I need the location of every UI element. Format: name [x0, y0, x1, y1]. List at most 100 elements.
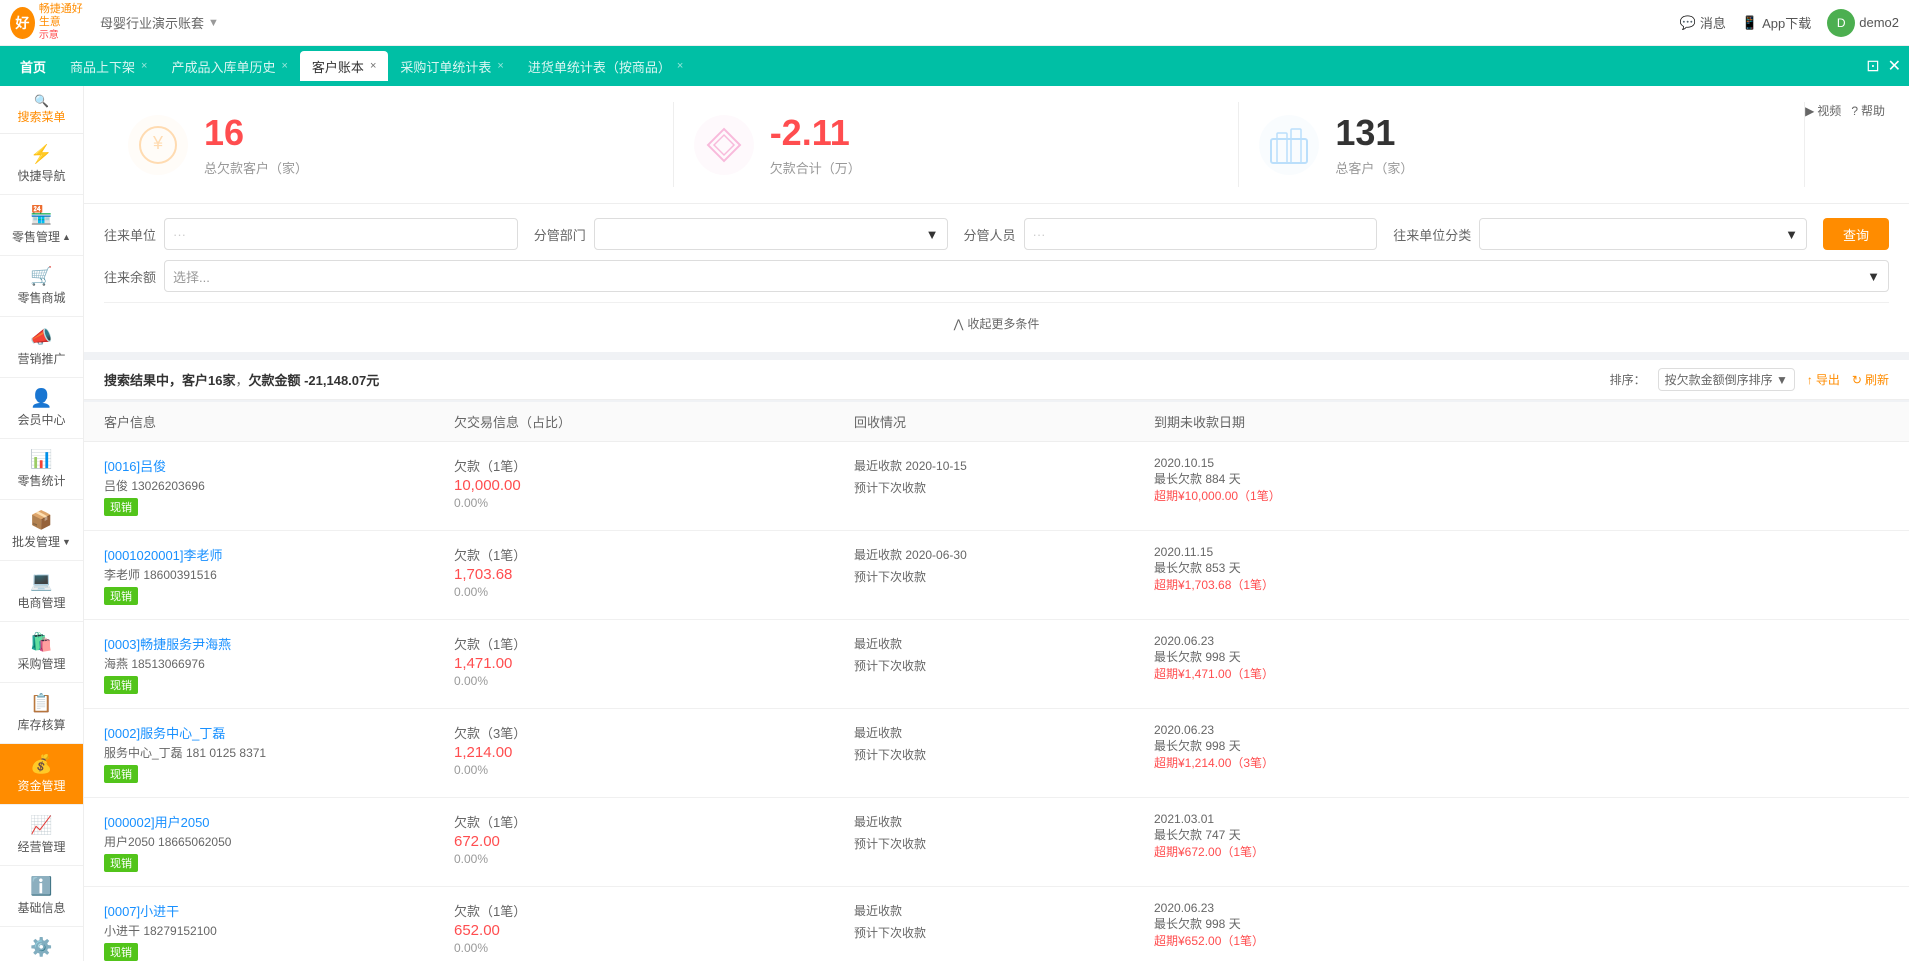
collapse-icon: ⋀	[954, 317, 964, 331]
recovery-info-1: 最近收款 2020-06-30 预计下次收款	[854, 545, 1154, 605]
debt-customer-count: 16	[204, 112, 308, 154]
debt-info-1: 欠款（1笔） 1,703.68 0.00%	[454, 545, 854, 605]
recovery-info-4: 最近收款 预计下次收款	[854, 812, 1154, 872]
filter-balance-select[interactable]: 选择... ▼	[164, 260, 1889, 292]
col-header-customer: 客户信息	[104, 412, 454, 431]
overdue-link-0[interactable]: 超期¥10,000.00（1笔）	[1154, 487, 1889, 504]
customer-name-0[interactable]: [0016]吕俊	[104, 456, 454, 475]
sidebar-search[interactable]: 🔍 搜索菜单	[0, 86, 83, 134]
phone-icon: 📱	[1742, 15, 1758, 31]
debt-info-3: 欠款（3笔） 1,214.00 0.00%	[454, 723, 854, 783]
customer-tag-1: 现销	[104, 587, 138, 605]
overdue-link-3[interactable]: 超期¥1,214.00（3笔）	[1154, 754, 1889, 771]
sidebar: 🔍 搜索菜单 ⚡ 快捷导航 🏪 零售管理 ▲ 🛒 零售商城 📣 营销推广 👤 会…	[0, 86, 84, 961]
customer-tag-3: 现销	[104, 765, 138, 783]
collapse-filters-btn[interactable]: ⋀ 收起更多条件	[948, 309, 1046, 338]
sidebar-item-member[interactable]: 👤 会员中心	[0, 378, 83, 439]
sidebar-item-ecommerce[interactable]: 💻 电商管理	[0, 561, 83, 622]
app-download-btn[interactable]: 📱 App下载	[1742, 13, 1811, 32]
logo-area: 好 畅捷通好生意示意	[10, 3, 90, 43]
overdue-link-5[interactable]: 超期¥652.00（1笔）	[1154, 932, 1889, 949]
customer-name-1[interactable]: [0001020001]李老师	[104, 545, 454, 564]
results-bar: 搜索结果中，客户16家，欠款金额 -21,148.07元 排序： 按欠款金额倒序…	[84, 360, 1909, 400]
filter-unit-input[interactable]: ···	[164, 218, 518, 250]
help-btn[interactable]: ? 帮助	[1851, 102, 1885, 119]
sidebar-item-wholesale[interactable]: 📦 批发管理 ▼	[0, 500, 83, 561]
customer-name-4[interactable]: [000002]用户2050	[104, 812, 454, 831]
filter-person-input[interactable]: ···	[1024, 218, 1378, 250]
customer-name-5[interactable]: [0007]小进干	[104, 901, 454, 920]
filter-dept-select[interactable]: ▼	[594, 218, 948, 250]
refresh-btn[interactable]: ↻ 刷新	[1852, 371, 1889, 388]
sidebar-item-retail-stats[interactable]: 📊 零售统计	[0, 439, 83, 500]
total-customers-icon	[1259, 115, 1319, 175]
customer-name-3[interactable]: [0002]服务中心_丁磊	[104, 723, 454, 742]
sidebar-item-retail-mall[interactable]: 🛒 零售商城	[0, 256, 83, 317]
debt-total-icon	[694, 115, 754, 175]
stat-card-total-customers: 131 总客户（家）	[1239, 102, 1805, 187]
stat-card-debt-total: -2.11 欠款合计（万）	[674, 102, 1240, 187]
tab-home[interactable]: 首页	[8, 51, 58, 81]
nav-restore-icon[interactable]: ⊡	[1866, 56, 1879, 76]
filter-category-select[interactable]: ▼	[1479, 218, 1807, 250]
user-menu[interactable]: D demo2	[1827, 9, 1899, 37]
nav-tabs: 首页 商品上下架 × 产成品入库单历史 × 客户账本 × 采购订单统计表 × 进…	[0, 46, 1909, 86]
chevron-down-icon-2: ▼	[1785, 227, 1798, 242]
close-tab-1[interactable]: ×	[141, 60, 147, 72]
stat-card-debt-customers: ¥ 16 总欠款客户（家）	[108, 102, 674, 187]
filter-item-unit: 往来单位 ···	[104, 218, 518, 250]
overdue-link-2[interactable]: 超期¥1,471.00（1笔）	[1154, 665, 1889, 682]
total-customer-label: 总客户（家）	[1335, 158, 1413, 177]
close-tab-4[interactable]: ×	[497, 60, 503, 72]
sidebar-item-purchase[interactable]: 🛍️ 采购管理	[0, 622, 83, 683]
export-btn[interactable]: ↑ 导出	[1807, 371, 1840, 388]
overdue-link-1[interactable]: 超期¥1,703.68（1笔）	[1154, 576, 1889, 593]
sort-chevron-icon: ▼	[1776, 373, 1788, 387]
video-btn[interactable]: ▶ 视频	[1805, 102, 1841, 119]
search-button[interactable]: 查询	[1823, 218, 1889, 250]
close-tab-5[interactable]: ×	[677, 60, 683, 72]
retail-mgmt-icon: 🏪	[30, 205, 52, 226]
customer-info-5: [0007]小进干 小进干 18279152100 现销	[104, 901, 454, 961]
debt-amount-0: 10,000.00	[454, 477, 854, 494]
stat-actions: ▶ 视频 ? 帮助	[1805, 102, 1885, 187]
company-selector[interactable]: 母婴行业演示账套 ▼	[100, 13, 219, 32]
col-header-debt: 欠交易信息（占比）	[454, 412, 854, 431]
nav-close-icon[interactable]: ✕	[1888, 56, 1901, 76]
quick-nav-icon: ⚡	[6, 144, 77, 165]
tab-product-listing[interactable]: 商品上下架 ×	[58, 51, 159, 81]
close-tab-3[interactable]: ×	[370, 60, 376, 72]
sidebar-item-system[interactable]: ⚙️ 系统管理	[0, 927, 83, 961]
sidebar-item-marketing[interactable]: 📣 营销推广	[0, 317, 83, 378]
customer-tag-0: 现销	[104, 498, 138, 516]
debt-info-2: 欠款（1笔） 1,471.00 0.00%	[454, 634, 854, 694]
overdue-info-2: 2020.06.23 最长欠款 998 天 超期¥1,471.00（1笔）	[1154, 634, 1889, 694]
sidebar-item-retail-mgmt[interactable]: 🏪 零售管理 ▲	[0, 195, 83, 256]
close-tab-2[interactable]: ×	[281, 60, 287, 72]
overdue-link-4[interactable]: 超期¥672.00（1笔）	[1154, 843, 1889, 860]
customer-name-2[interactable]: [0003]畅捷服务尹海燕	[104, 634, 454, 653]
main-layout: 🔍 搜索菜单 ⚡ 快捷导航 🏪 零售管理 ▲ 🛒 零售商城 📣 营销推广 👤 会…	[0, 86, 1909, 961]
sort-select[interactable]: 按欠款金额倒序排序 ▼	[1658, 368, 1795, 391]
results-actions: 排序： 按欠款金额倒序排序 ▼ ↑ 导出 ↻ 刷新	[1610, 368, 1889, 391]
sidebar-item-operations[interactable]: 📈 经营管理	[0, 805, 83, 866]
message-btn[interactable]: 💬 消息	[1680, 13, 1726, 32]
debt-customers-icon: ¥	[128, 115, 188, 175]
filter-dept-label: 分管部门	[534, 225, 586, 244]
sidebar-item-basic-info[interactable]: ℹ️ 基础信息	[0, 866, 83, 927]
customer-contact-3: 服务中心_丁磊 181 0125 8371	[104, 744, 454, 761]
finance-icon: 💰	[6, 754, 77, 775]
tab-inbound-stats[interactable]: 进货单统计表（按商品） ×	[516, 51, 695, 81]
total-customer-count: 131	[1335, 112, 1413, 154]
table-row: [000002]用户2050 用户2050 18665062050 现销 欠款（…	[84, 798, 1909, 887]
sidebar-item-inventory[interactable]: 📋 库存核算	[0, 683, 83, 744]
retail-mall-icon: 🛒	[6, 266, 77, 287]
tab-stock-history[interactable]: 产成品入库单历史 ×	[159, 51, 299, 81]
tab-purchase-stats[interactable]: 采购订单统计表 ×	[388, 51, 515, 81]
sidebar-item-quick-nav[interactable]: ⚡ 快捷导航	[0, 134, 83, 195]
tab-customer-account[interactable]: 客户账本 ×	[300, 51, 388, 81]
arrow-icon-2: ▼	[62, 537, 71, 547]
export-icon: ↑	[1807, 373, 1813, 387]
sidebar-item-finance[interactable]: 💰 资金管理	[0, 744, 83, 805]
video-icon: ▶	[1805, 104, 1814, 118]
